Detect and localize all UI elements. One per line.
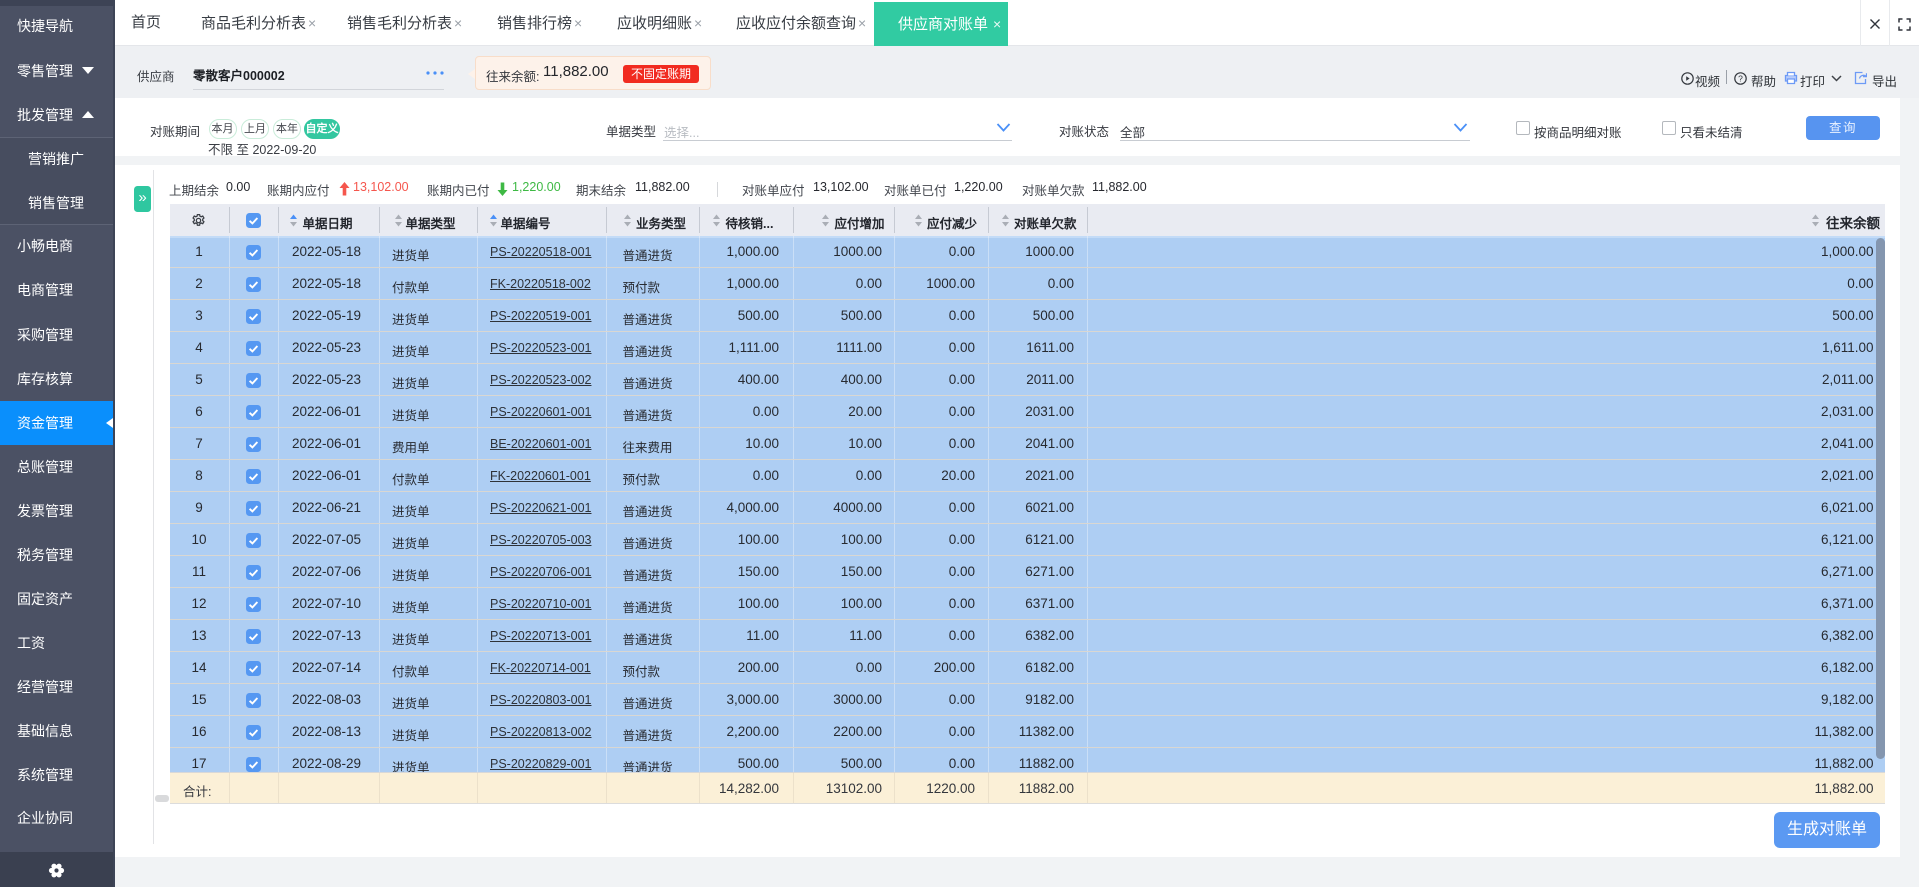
svg-text:?: ?: [1738, 73, 1743, 83]
